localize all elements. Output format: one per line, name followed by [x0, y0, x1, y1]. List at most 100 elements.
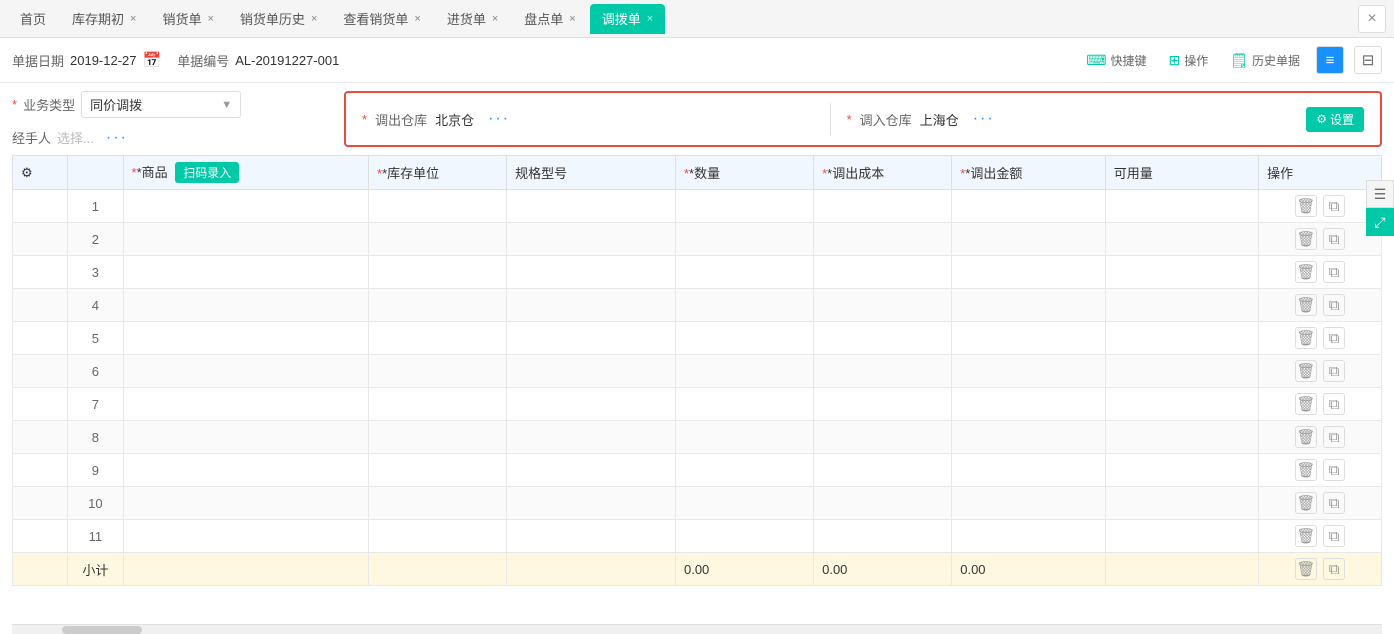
row-qty-6[interactable] [675, 388, 813, 421]
tab-inventory-count-close[interactable]: × [569, 13, 575, 25]
row-goods-10[interactable] [123, 520, 369, 553]
row-cost-5[interactable] [814, 355, 952, 388]
row-delete-2[interactable]: 🗑 [1295, 261, 1317, 283]
row-copy-10[interactable]: ⧉ [1323, 525, 1345, 547]
row-amount-10[interactable] [952, 520, 1105, 553]
row-unit-9[interactable] [369, 487, 507, 520]
row-amount-5[interactable] [952, 355, 1105, 388]
row-cost-10[interactable] [814, 520, 952, 553]
row-qty-8[interactable] [675, 454, 813, 487]
row-unit-4[interactable] [369, 322, 507, 355]
row-delete-3[interactable]: 🗑 [1295, 294, 1317, 316]
ops-button[interactable]: ⊞ 操作 [1162, 49, 1214, 72]
row-cost-7[interactable] [814, 421, 952, 454]
subtotal-copy-button[interactable]: ⧉ [1323, 558, 1345, 580]
row-cost-2[interactable] [814, 256, 952, 289]
row-delete-0[interactable]: 🗑 [1295, 195, 1317, 217]
row-copy-1[interactable]: ⧉ [1323, 228, 1345, 250]
row-unit-6[interactable] [369, 388, 507, 421]
row-goods-1[interactable] [123, 223, 369, 256]
row-qty-7[interactable] [675, 421, 813, 454]
row-amount-2[interactable] [952, 256, 1105, 289]
row-spec-9[interactable] [507, 487, 676, 520]
tab-purchase-close[interactable]: × [492, 13, 498, 25]
float-list-button[interactable]: ☰ [1366, 180, 1394, 208]
row-cost-3[interactable] [814, 289, 952, 322]
tab-sales-history-close[interactable]: × [311, 13, 317, 25]
row-spec-1[interactable] [507, 223, 676, 256]
row-spec-4[interactable] [507, 322, 676, 355]
row-goods-0[interactable] [123, 190, 369, 223]
float-expand-button[interactable]: ⤢ [1366, 208, 1394, 236]
biz-type-select[interactable]: 同价调拨 ▼ [81, 91, 241, 118]
warehouse-settings-button[interactable]: ⚙ 设置 [1306, 107, 1364, 132]
row-cost-1[interactable] [814, 223, 952, 256]
row-cost-8[interactable] [814, 454, 952, 487]
handler-placeholder[interactable]: 选择... [57, 128, 94, 147]
row-goods-7[interactable] [123, 421, 369, 454]
tab-transfer[interactable]: 调拨单 × [590, 4, 665, 34]
row-unit-7[interactable] [369, 421, 507, 454]
row-spec-7[interactable] [507, 421, 676, 454]
tab-sales-history[interactable]: 销货单历史 × [228, 4, 329, 34]
row-copy-5[interactable]: ⧉ [1323, 360, 1345, 382]
th-gear[interactable]: ⚙ [13, 156, 68, 190]
row-copy-4[interactable]: ⧉ [1323, 327, 1345, 349]
calendar-icon[interactable]: 📅 [143, 51, 162, 69]
row-delete-9[interactable]: 🗑 [1295, 492, 1317, 514]
subtotal-delete-button[interactable]: 🗑 [1295, 558, 1317, 580]
row-delete-8[interactable]: 🗑 [1295, 459, 1317, 481]
row-delete-7[interactable]: 🗑 [1295, 426, 1317, 448]
row-amount-4[interactable] [952, 322, 1105, 355]
row-qty-3[interactable] [675, 289, 813, 322]
row-delete-4[interactable]: 🗑 [1295, 327, 1317, 349]
row-cost-4[interactable] [814, 322, 952, 355]
handler-more-button[interactable]: ··· [106, 129, 128, 147]
row-amount-8[interactable] [952, 454, 1105, 487]
layout-active-button[interactable]: ≡ [1316, 46, 1344, 74]
row-amount-6[interactable] [952, 388, 1105, 421]
row-qty-2[interactable] [675, 256, 813, 289]
row-amount-0[interactable] [952, 190, 1105, 223]
row-amount-7[interactable] [952, 421, 1105, 454]
shortcut-button[interactable]: ⌨ 快捷键 [1080, 49, 1152, 72]
row-unit-1[interactable] [369, 223, 507, 256]
row-delete-6[interactable]: 🗑 [1295, 393, 1317, 415]
row-unit-3[interactable] [369, 289, 507, 322]
row-unit-8[interactable] [369, 454, 507, 487]
row-goods-4[interactable] [123, 322, 369, 355]
row-delete-10[interactable]: 🗑 [1295, 525, 1317, 547]
row-amount-1[interactable] [952, 223, 1105, 256]
row-copy-9[interactable]: ⧉ [1323, 492, 1345, 514]
row-amount-3[interactable] [952, 289, 1105, 322]
row-copy-3[interactable]: ⧉ [1323, 294, 1345, 316]
row-spec-0[interactable] [507, 190, 676, 223]
row-copy-6[interactable]: ⧉ [1323, 393, 1345, 415]
row-unit-10[interactable] [369, 520, 507, 553]
tab-inventory-init[interactable]: 库存期初 × [60, 4, 148, 34]
row-goods-9[interactable] [123, 487, 369, 520]
row-amount-9[interactable] [952, 487, 1105, 520]
row-unit-2[interactable] [369, 256, 507, 289]
tab-inventory-count[interactable]: 盘点单 × [512, 4, 587, 34]
row-spec-6[interactable] [507, 388, 676, 421]
tab-sales-order[interactable]: 销货单 × [150, 4, 225, 34]
layout-alt-button[interactable]: ⊟ [1354, 46, 1382, 74]
row-delete-1[interactable]: 🗑 [1295, 228, 1317, 250]
in-warehouse-more-button[interactable]: ··· [973, 110, 995, 128]
row-cost-0[interactable] [814, 190, 952, 223]
window-close-button[interactable]: × [1358, 5, 1386, 33]
row-goods-2[interactable] [123, 256, 369, 289]
row-spec-2[interactable] [507, 256, 676, 289]
row-spec-10[interactable] [507, 520, 676, 553]
row-delete-5[interactable]: 🗑 [1295, 360, 1317, 382]
row-qty-10[interactable] [675, 520, 813, 553]
row-copy-8[interactable]: ⧉ [1323, 459, 1345, 481]
row-copy-7[interactable]: ⧉ [1323, 426, 1345, 448]
tab-transfer-close[interactable]: × [647, 13, 653, 25]
row-qty-9[interactable] [675, 487, 813, 520]
row-unit-5[interactable] [369, 355, 507, 388]
tab-home[interactable]: 首页 [8, 4, 58, 34]
row-copy-0[interactable]: ⧉ [1323, 195, 1345, 217]
row-spec-3[interactable] [507, 289, 676, 322]
